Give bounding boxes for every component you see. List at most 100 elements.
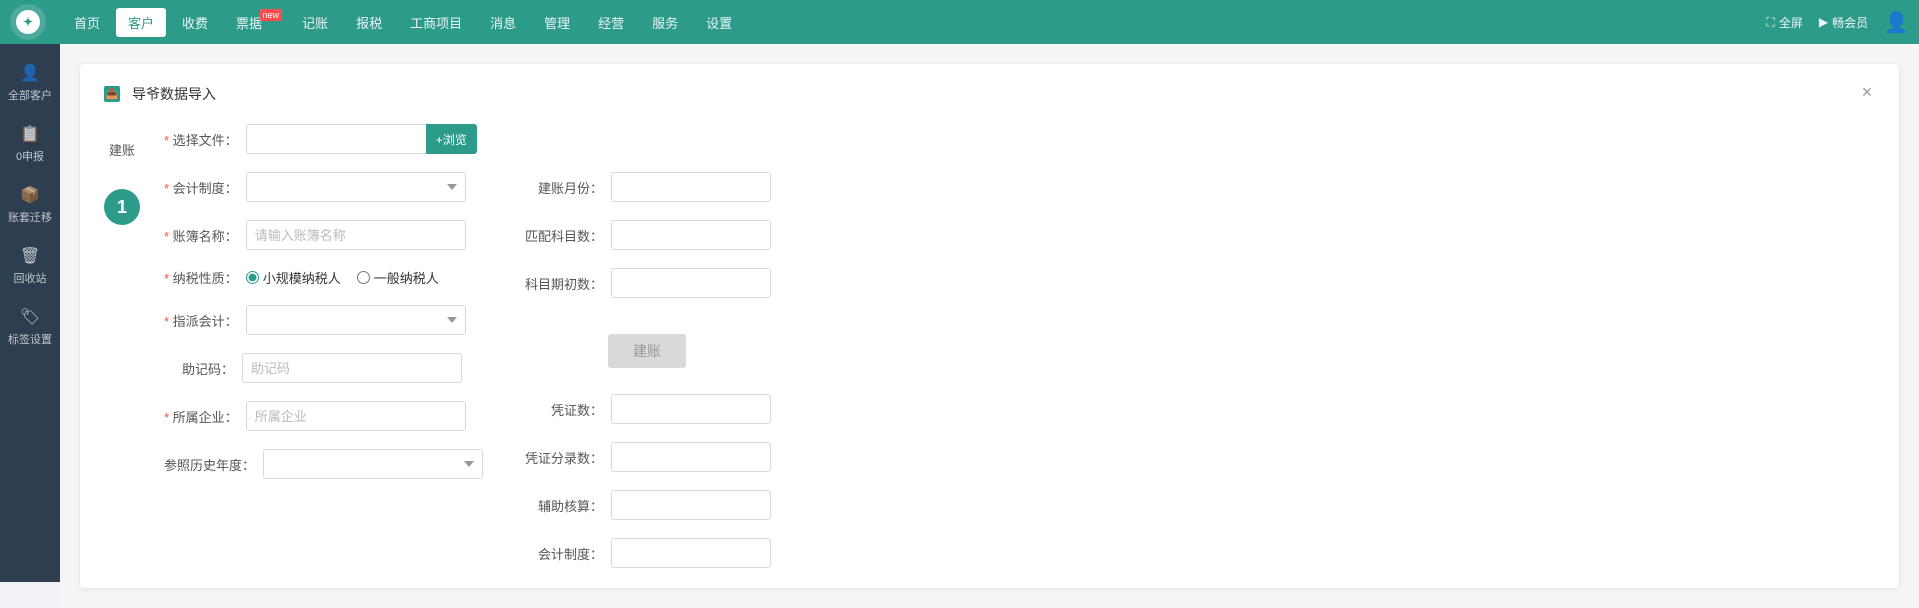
period-init-label: 科目期初数： <box>523 274 603 293</box>
form-fields: 选择文件： +浏览 会计制度： <box>164 124 483 479</box>
panel-header: 📥 导爷数据导入 <box>104 84 1875 104</box>
history-year-row: 参照历史年度： <box>164 449 483 479</box>
nav-item-bookkeeping[interactable]: 记账 <box>290 8 340 37</box>
fullscreen-label: 全屏 <box>1779 14 1803 31</box>
sidebar-item-zero-filing[interactable]: 📋 0申报 <box>0 115 60 172</box>
nav-item-fees[interactable]: 收费 <box>170 8 220 37</box>
ledger-name-label: 账簿名称： <box>164 226 238 245</box>
tax-small-option[interactable]: 小规模纳税人 <box>246 268 341 287</box>
history-year-select[interactable] <box>263 449 483 479</box>
top-navigation: ✦ 首页 客户 收费 票据new 记账 报税 工商项目 消息 管理 经营 服务 … <box>0 0 1919 44</box>
company-row: 所属企业： <box>164 401 483 431</box>
form-layout: 建账 1 选择文件： +浏览 会计制度： <box>104 124 1875 568</box>
member-btn[interactable]: ▶ 畅会员 <box>1819 14 1868 31</box>
voucher-count-label: 凭证数： <box>523 400 603 419</box>
tax-type-label: 纳税性质： <box>164 268 238 287</box>
member-label: 畅会员 <box>1832 14 1868 31</box>
company-label: 所属企业： <box>164 407 238 426</box>
tax-general-option[interactable]: 一般纳税人 <box>357 268 439 287</box>
tax-small-label: 小规模纳税人 <box>263 268 341 287</box>
import-icon: 📥 <box>104 86 120 102</box>
sidebar-label-all-customers: 全部客户 <box>8 87 52 103</box>
right-accounting-system-value <box>611 538 771 568</box>
migration-icon: 📦 <box>19 184 41 206</box>
fullscreen-icon: ⛶ <box>1766 15 1774 30</box>
nav-item-customers[interactable]: 客户 <box>116 8 166 37</box>
form-left-section: 建账 1 选择文件： +浏览 会计制度： <box>104 124 483 568</box>
right-accounting-system-label: 会计制度： <box>523 544 603 563</box>
nav-right: ⛶ 全屏 ▶ 畅会员 👤 <box>1766 10 1909 35</box>
nav-item-home[interactable]: 首页 <box>62 8 112 37</box>
memo-row: 助记码： <box>164 353 483 383</box>
memo-label: 助记码： <box>164 359 234 378</box>
sidebar-item-recycle[interactable]: 🗑 回收站 <box>0 237 60 294</box>
voucher-count-value <box>611 394 771 424</box>
memo-input[interactable] <box>242 353 462 383</box>
tax-general-radio[interactable] <box>357 271 370 284</box>
nav-item-projects[interactable]: 工商项目 <box>398 8 474 37</box>
browse-button[interactable]: +浏览 <box>426 124 477 154</box>
import-panel: 📥 导爷数据导入 × 建账 1 选择文件： +浏览 <box>80 64 1899 588</box>
main-content: 📥 导爷数据导入 × 建账 1 选择文件： +浏览 <box>60 44 1919 608</box>
match-subjects-label: 匹配科目数： <box>523 226 603 245</box>
nav-item-tax[interactable]: 报税 <box>344 8 394 37</box>
build-month-value <box>611 172 771 202</box>
sidebar-item-all-customers[interactable]: 👤 全部客户 <box>0 54 60 111</box>
period-init-row: 科目期初数： <box>523 268 771 298</box>
form-right-section: 建账月份： 匹配科目数： 科目期初数： 建账 凭证数： <box>523 172 771 568</box>
file-input[interactable] <box>246 124 426 154</box>
match-subjects-row: 匹配科目数： <box>523 220 771 250</box>
sidebar-label-zero-filing: 0申报 <box>16 148 44 164</box>
aux-calc-value <box>611 490 771 520</box>
section-label-jian-zhang: 建账 <box>109 140 135 159</box>
sidebar-label-tags: 标签设置 <box>8 331 52 347</box>
sidebar-label-migration: 账套迁移 <box>8 209 52 225</box>
aux-calc-row: 辅助核算： <box>523 490 771 520</box>
accountant-select[interactable] <box>246 305 466 335</box>
step-badge: 1 <box>104 189 140 225</box>
period-init-value <box>611 268 771 298</box>
sidebar-item-migration[interactable]: 📦 账套迁移 <box>0 176 60 233</box>
sidebar-label-recycle: 回收站 <box>14 270 47 286</box>
accounting-system-select[interactable] <box>246 172 466 202</box>
nav-item-business[interactable]: 经营 <box>586 8 636 37</box>
new-badge: new <box>260 9 283 22</box>
logo[interactable]: ✦ <box>10 4 46 40</box>
recycle-icon: 🗑 <box>19 245 41 267</box>
play-icon: ▶ <box>1819 15 1828 29</box>
nav-item-settings[interactable]: 设置 <box>694 8 744 37</box>
logo-icon: ✦ <box>16 10 40 34</box>
nav-item-service[interactable]: 服务 <box>640 8 690 37</box>
voucher-count-row: 凭证数： <box>523 394 771 424</box>
user-avatar-btn[interactable]: 👤 <box>1884 10 1909 35</box>
tax-type-row: 纳税性质： 小规模纳税人 一般纳税人 <box>164 268 483 287</box>
accountant-label: 指派会计： <box>164 311 238 330</box>
avatar-icon: 👤 <box>1884 10 1909 35</box>
history-year-label: 参照历史年度： <box>164 455 255 474</box>
match-subjects-value <box>611 220 771 250</box>
company-input[interactable] <box>246 401 466 431</box>
accountant-row: 指派会计： <box>164 305 483 335</box>
voucher-entries-row: 凭证分录数： <box>523 442 771 472</box>
fullscreen-btn[interactable]: ⛶ 全屏 <box>1766 14 1802 31</box>
nav-menu: 首页 客户 收费 票据new 记账 报税 工商项目 消息 管理 经营 服务 设置 <box>62 8 1766 37</box>
right-accounting-system-row: 会计制度： <box>523 538 771 568</box>
tax-small-radio[interactable] <box>246 271 259 284</box>
nav-item-messages[interactable]: 消息 <box>478 8 528 37</box>
all-customers-icon: 👤 <box>19 62 41 84</box>
panel-title: 导爷数据导入 <box>132 84 216 104</box>
accounting-system-label: 会计制度： <box>164 178 238 197</box>
ledger-name-input[interactable] <box>246 220 466 250</box>
nav-item-tickets[interactable]: 票据new <box>224 8 286 37</box>
ledger-name-row: 账簿名称： <box>164 220 483 250</box>
file-input-wrapper: +浏览 <box>246 124 477 154</box>
sidebar: 👤 全部客户 📋 0申报 📦 账套迁移 🗑 回收站 🏷 标签设置 <box>0 44 60 582</box>
close-button[interactable]: × <box>1855 80 1879 104</box>
tax-general-label: 一般纳税人 <box>374 268 439 287</box>
create-account-button[interactable]: 建账 <box>608 334 686 368</box>
tags-icon: 🏷 <box>19 306 41 328</box>
voucher-entries-value <box>611 442 771 472</box>
accounting-system-row: 会计制度： <box>164 172 483 202</box>
sidebar-item-tags[interactable]: 🏷 标签设置 <box>0 298 60 355</box>
nav-item-manage[interactable]: 管理 <box>532 8 582 37</box>
